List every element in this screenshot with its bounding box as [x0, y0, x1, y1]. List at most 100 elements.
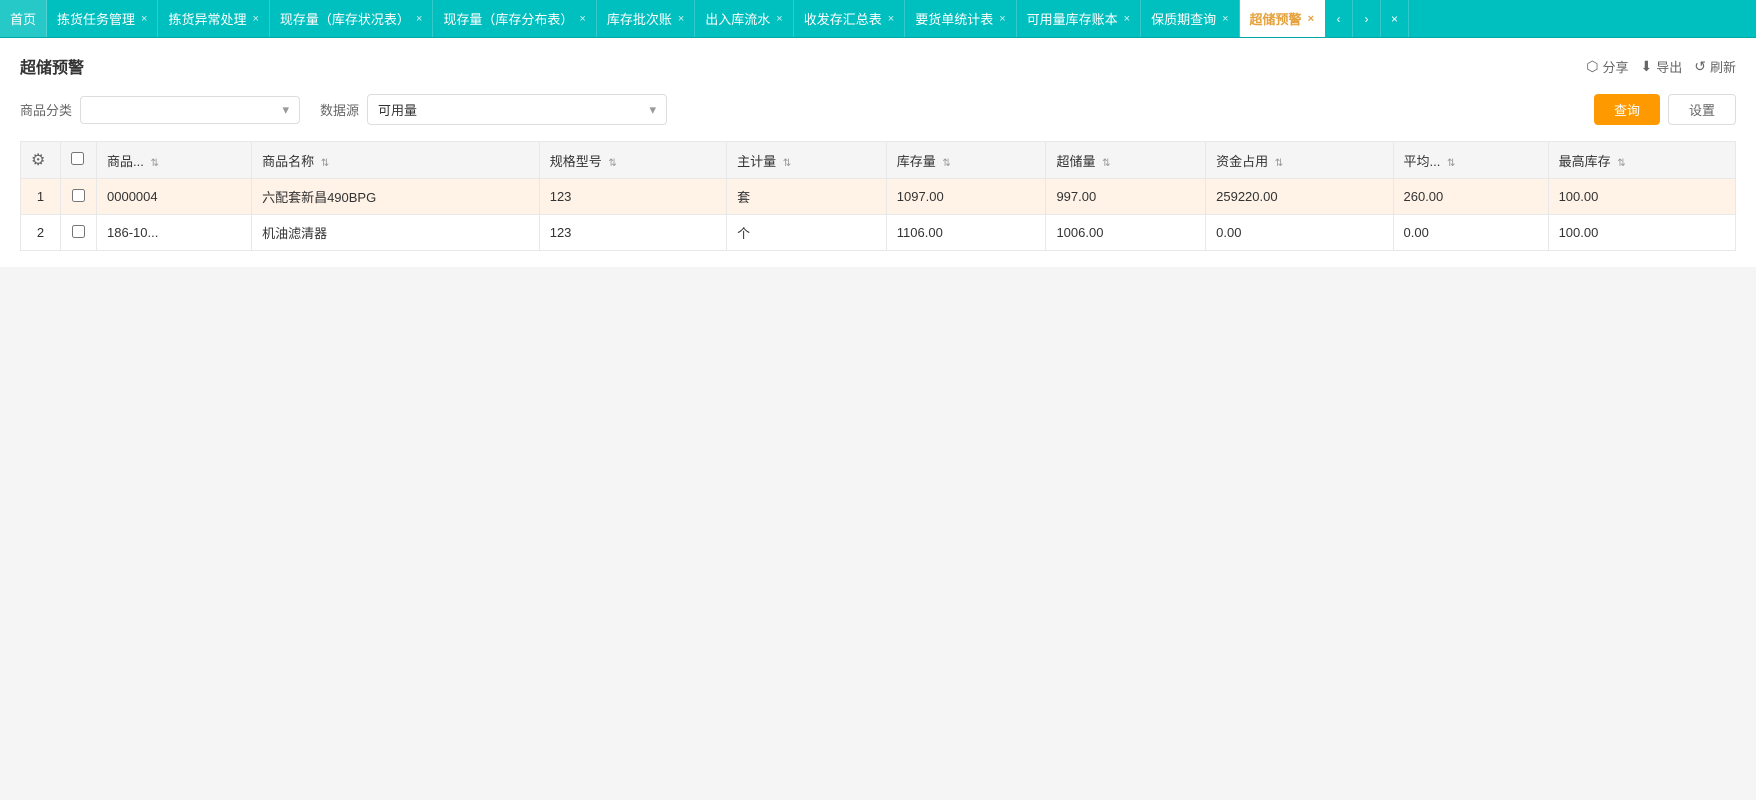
settings-col-header: ⚙	[21, 142, 61, 179]
sort-icon: ⇅	[1447, 158, 1455, 169]
nav-home[interactable]: 首页	[0, 0, 47, 37]
capital-label: 资金占用	[1216, 154, 1268, 169]
nav-overstock-warning[interactable]: 超储预警 ×	[1240, 0, 1325, 37]
table-body: 1 0000004 六配套新昌490BPG 123 套 1097.00 997.…	[21, 179, 1736, 251]
nav-close-icon[interactable]: ×	[678, 13, 684, 25]
unit-cell: 套	[727, 179, 887, 215]
nav-task-management[interactable]: 拣货任务管理 ×	[47, 0, 158, 37]
max-stock-col-header[interactable]: 最高库存 ⇅	[1548, 142, 1735, 179]
nav-close-icon[interactable]: ×	[1222, 13, 1228, 25]
filter-row: 商品分类 ▾ 数据源 可用量 ▾ 查询 设置	[20, 94, 1736, 125]
stock-cell: 1097.00	[886, 179, 1046, 215]
sort-icon: ⇅	[321, 158, 329, 169]
unit-cell: 个	[727, 215, 887, 251]
row-number: 1	[21, 179, 61, 215]
category-select[interactable]: ▾	[80, 96, 300, 124]
overstock-cell: 1006.00	[1046, 215, 1206, 251]
settings-button[interactable]: 设置	[1668, 94, 1736, 125]
row-checkbox-cell	[61, 215, 97, 251]
stock-col-header[interactable]: 库存量 ⇅	[886, 142, 1046, 179]
stock-cell: 1106.00	[886, 215, 1046, 251]
page-content: 超储预警 ⬡ 分享 ⬇ 导出 ↺ 刷新 商品分类 ▾ 数据源	[0, 38, 1756, 267]
max-stock-cell: 100.00	[1548, 215, 1735, 251]
sort-icon: ⇅	[942, 158, 950, 169]
avg-cell: 0.00	[1393, 215, 1548, 251]
sort-icon: ⇅	[1275, 158, 1283, 169]
spec-cell: 123	[539, 179, 726, 215]
nav-summary-table[interactable]: 收发存汇总表 ×	[794, 0, 905, 37]
nav-shelf-life[interactable]: 保质期查询 ×	[1141, 0, 1239, 37]
avg-label: 平均...	[1404, 154, 1441, 169]
product-name-cell: 六配套新昌490BPG	[252, 179, 540, 215]
table-header-row: ⚙ 商品... ⇅ 商品名称 ⇅ 规格型号 ⇅ 主计量	[21, 142, 1736, 179]
refresh-button[interactable]: ↺ 刷新	[1694, 57, 1736, 76]
nav-inventory-distribution[interactable]: 现存量（库存分布表） ×	[433, 0, 596, 37]
category-label: 商品分类	[20, 100, 72, 119]
share-button[interactable]: ⬡ 分享	[1586, 57, 1628, 76]
product-code-col-header[interactable]: 商品... ⇅	[97, 142, 252, 179]
header-actions: ⬡ 分享 ⬇ 导出 ↺ 刷新	[1586, 57, 1736, 76]
row-number: 2	[21, 215, 61, 251]
query-button[interactable]: 查询	[1594, 94, 1660, 125]
page-title: 超储预警	[20, 54, 84, 78]
nav-batch-account[interactable]: 库存批次账 ×	[597, 0, 695, 37]
spec-col-header[interactable]: 规格型号 ⇅	[539, 142, 726, 179]
avg-col-header[interactable]: 平均... ⇅	[1393, 142, 1548, 179]
capital-cell: 0.00	[1206, 215, 1393, 251]
sort-icon: ⇅	[608, 158, 616, 169]
sort-icon: ⇅	[1102, 158, 1110, 169]
gear-icon[interactable]: ⚙	[31, 152, 45, 169]
product-name-cell: 机油滤清器	[252, 215, 540, 251]
nav-close-icon[interactable]: ×	[776, 13, 782, 25]
overstock-col-header[interactable]: 超储量 ⇅	[1046, 142, 1206, 179]
capital-cell: 259220.00	[1206, 179, 1393, 215]
nav-inventory-status[interactable]: 现存量（库存状况表） ×	[270, 0, 433, 37]
refresh-icon: ↺	[1694, 58, 1706, 75]
nav-demand-stats[interactable]: 要货单统计表 ×	[905, 0, 1016, 37]
nav-abnormal-processing[interactable]: 拣货异常处理 ×	[158, 0, 269, 37]
unit-col-header[interactable]: 主计量 ⇅	[727, 142, 887, 179]
nav-available-ledger[interactable]: 可用量库存账本 ×	[1017, 0, 1141, 37]
row-checkbox[interactable]	[72, 189, 85, 202]
nav-close-icon[interactable]: ×	[1308, 13, 1314, 25]
top-navigation: 首页 拣货任务管理 × 拣货异常处理 × 现存量（库存状况表） × 现存量（库存…	[0, 0, 1756, 38]
overstock-cell: 997.00	[1046, 179, 1206, 215]
product-code-cell: 186-10...	[97, 215, 252, 251]
export-button[interactable]: ⬇ 导出	[1641, 57, 1683, 76]
nav-close-icon[interactable]: ×	[579, 13, 585, 25]
nav-close-all-arrow[interactable]: ×	[1381, 0, 1409, 37]
datasource-filter: 数据源 可用量 ▾	[320, 94, 667, 125]
datasource-select[interactable]: 可用量 ▾	[367, 94, 667, 125]
avg-cell: 260.00	[1393, 179, 1548, 215]
nav-close-icon[interactable]: ×	[999, 13, 1005, 25]
product-name-col-header[interactable]: 商品名称 ⇅	[252, 142, 540, 179]
max-stock-cell: 100.00	[1548, 179, 1735, 215]
nav-close-icon[interactable]: ×	[416, 13, 422, 25]
product-code-label: 商品...	[107, 154, 144, 169]
data-table: ⚙ 商品... ⇅ 商品名称 ⇅ 规格型号 ⇅ 主计量	[20, 141, 1736, 251]
table-row: 2 186-10... 机油滤清器 123 个 1106.00 1006.00 …	[21, 215, 1736, 251]
nav-inout-flow[interactable]: 出入库流水 ×	[695, 0, 793, 37]
nav-next-arrow[interactable]: ›	[1353, 0, 1381, 37]
table-row: 1 0000004 六配套新昌490BPG 123 套 1097.00 997.…	[21, 179, 1736, 215]
overstock-label: 超储量	[1056, 154, 1095, 169]
action-buttons: 查询 设置	[1594, 94, 1736, 125]
sort-icon: ⇅	[783, 158, 791, 169]
datasource-chevron-icon: ▾	[650, 102, 657, 118]
nav-close-icon[interactable]: ×	[888, 13, 894, 25]
select-all-checkbox[interactable]	[71, 152, 84, 165]
nav-close-icon[interactable]: ×	[1124, 13, 1130, 25]
nav-prev-arrow[interactable]: ‹	[1325, 0, 1353, 37]
stock-label: 库存量	[897, 154, 936, 169]
row-checkbox-cell	[61, 179, 97, 215]
capital-col-header[interactable]: 资金占用 ⇅	[1206, 142, 1393, 179]
page-header: 超储预警 ⬡ 分享 ⬇ 导出 ↺ 刷新	[20, 54, 1736, 78]
product-code-cell: 0000004	[97, 179, 252, 215]
sort-icon: ⇅	[1617, 158, 1625, 169]
unit-label: 主计量	[737, 154, 776, 169]
export-icon: ⬇	[1641, 58, 1653, 75]
nav-close-icon[interactable]: ×	[252, 13, 258, 25]
nav-close-icon[interactable]: ×	[141, 13, 147, 25]
row-checkbox[interactable]	[72, 225, 85, 238]
product-name-label: 商品名称	[262, 154, 314, 169]
